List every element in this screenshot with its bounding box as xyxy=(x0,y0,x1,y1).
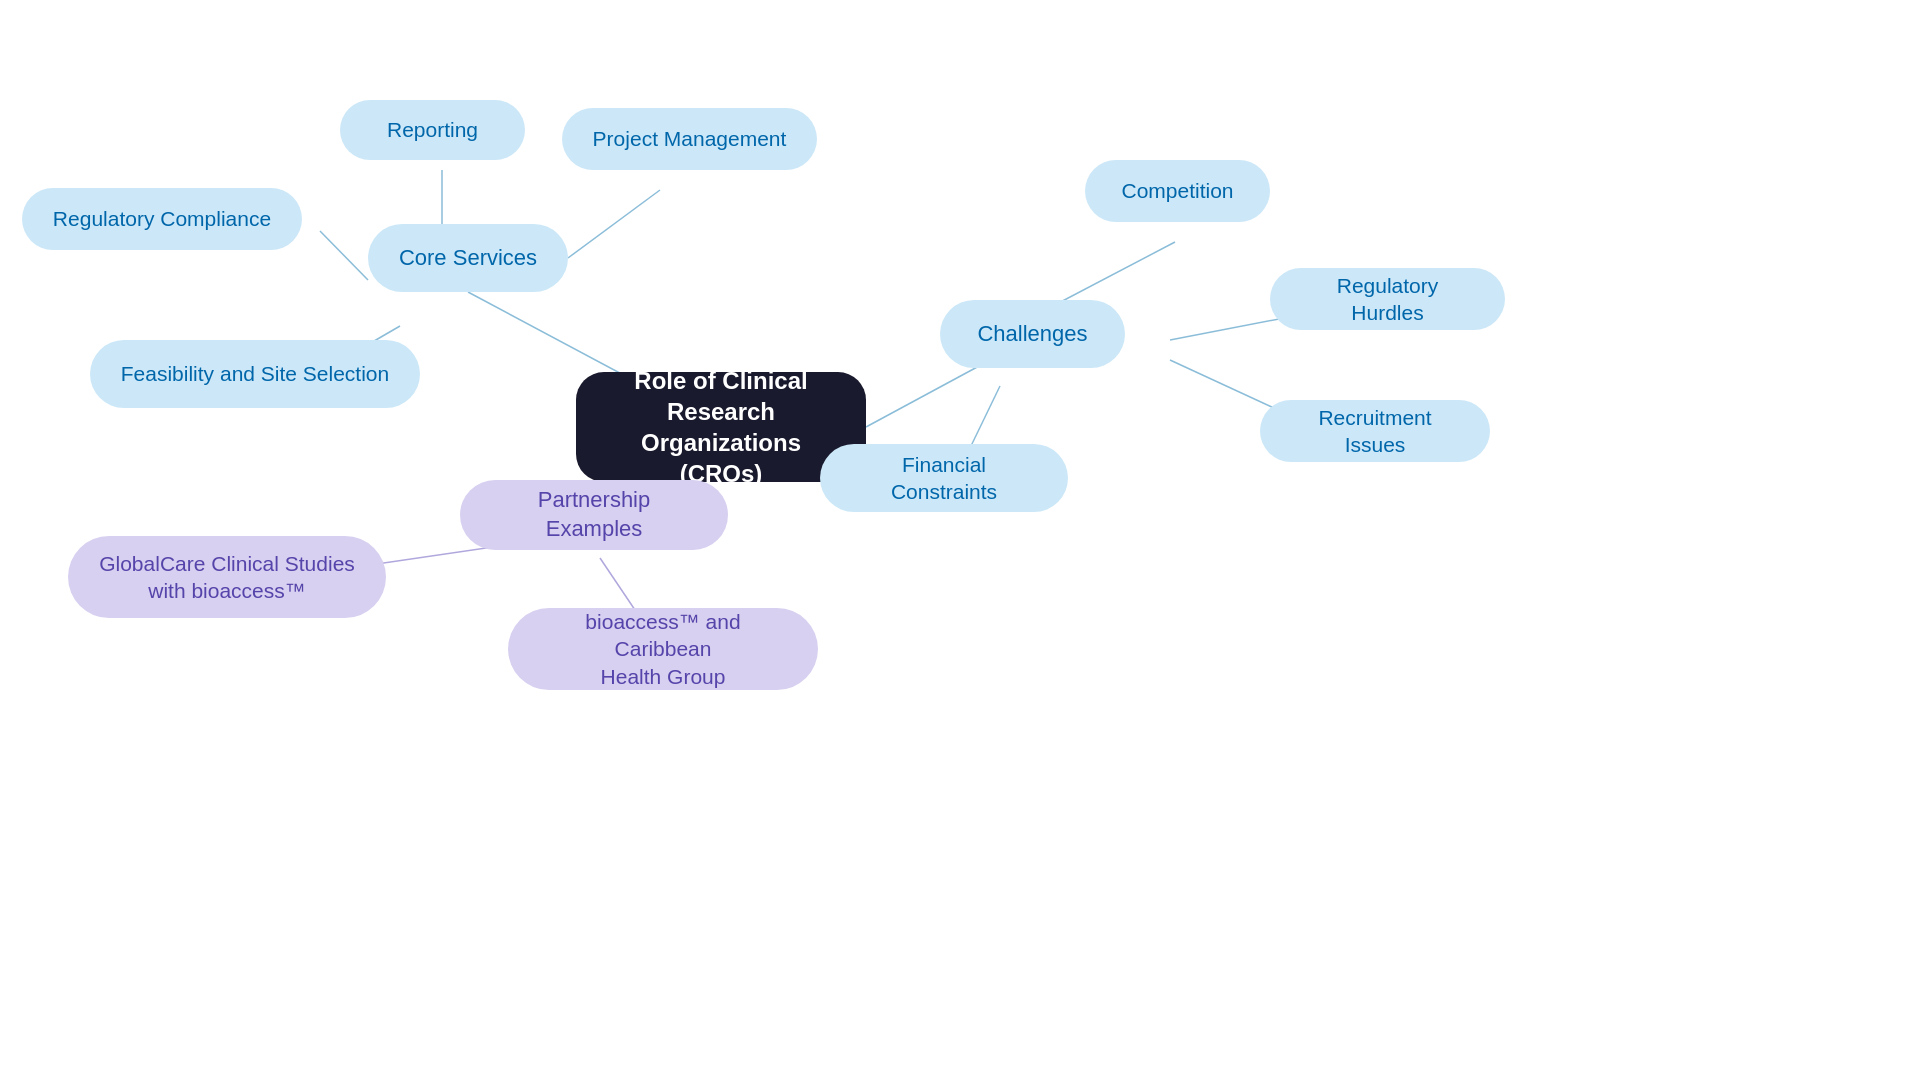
mind-map: Role of Clinical Research Organizations … xyxy=(0,0,1920,1083)
financial-constraints-label: Financial Constraints xyxy=(848,451,1040,506)
competition-label: Competition xyxy=(1121,177,1233,204)
reporting-label: Reporting xyxy=(387,116,478,143)
regulatory-hurdles-label: Regulatory Hurdles xyxy=(1298,272,1477,327)
reporting-node[interactable]: Reporting xyxy=(340,100,525,160)
svg-line-9 xyxy=(970,386,1000,448)
regulatory-compliance-node[interactable]: Regulatory Compliance xyxy=(22,188,302,250)
regulatory-hurdles-node[interactable]: Regulatory Hurdles xyxy=(1270,268,1505,330)
center-label: Role of Clinical Research Organizations … xyxy=(604,365,838,490)
feasibility-label: Feasibility and Site Selection xyxy=(121,360,389,387)
globalcare-label: GlobalCare Clinical Studies with bioacce… xyxy=(99,550,355,605)
globalcare-node[interactable]: GlobalCare Clinical Studies with bioacce… xyxy=(68,536,386,618)
bioaccess-label: bioaccess™ and Caribbean Health Group xyxy=(536,608,790,690)
challenges-label: Challenges xyxy=(977,320,1087,349)
recruitment-issues-node[interactable]: Recruitment Issues xyxy=(1260,400,1490,462)
bioaccess-node[interactable]: bioaccess™ and Caribbean Health Group xyxy=(508,608,818,690)
recruitment-issues-label: Recruitment Issues xyxy=(1288,404,1462,459)
feasibility-node[interactable]: Feasibility and Site Selection xyxy=(90,340,420,408)
svg-line-12 xyxy=(600,558,635,610)
project-management-node[interactable]: Project Management xyxy=(562,108,817,170)
core-services-node[interactable]: Core Services xyxy=(368,224,568,292)
partnership-examples-node[interactable]: Partnership Examples xyxy=(460,480,728,550)
financial-constraints-node[interactable]: Financial Constraints xyxy=(820,444,1068,512)
project-management-label: Project Management xyxy=(593,125,787,152)
regulatory-compliance-label: Regulatory Compliance xyxy=(53,205,271,232)
svg-line-4 xyxy=(568,190,660,258)
svg-line-2 xyxy=(320,231,368,280)
challenges-node[interactable]: Challenges xyxy=(940,300,1125,368)
partnership-examples-label: Partnership Examples xyxy=(488,486,700,543)
competition-node[interactable]: Competition xyxy=(1085,160,1270,222)
core-services-label: Core Services xyxy=(399,244,537,273)
